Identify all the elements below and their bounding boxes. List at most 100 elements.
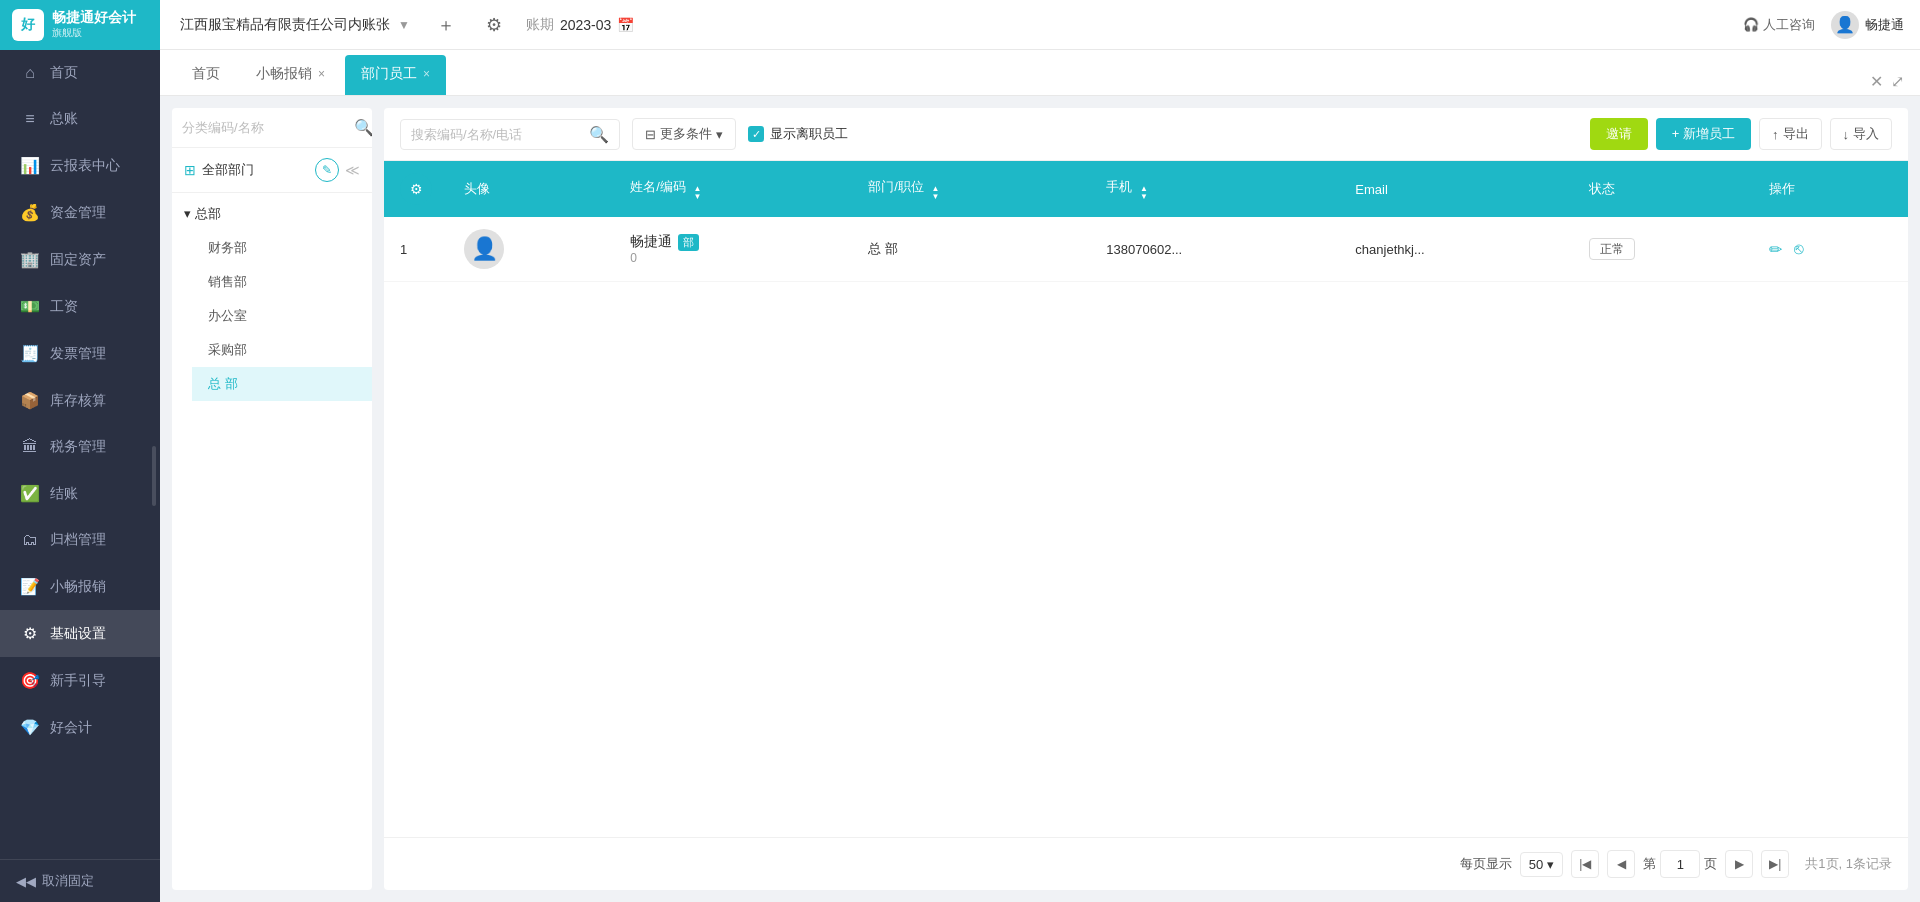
all-dept-label: 全部部门 bbox=[202, 161, 309, 179]
avatar: 👤 bbox=[464, 229, 504, 269]
dept-node-office[interactable]: 办公室 bbox=[192, 299, 372, 333]
dept-parent-zongbu[interactable]: ▾ 总部 bbox=[172, 197, 372, 231]
company-selector[interactable]: 江西服宝精品有限责任公司内账张 ▼ bbox=[180, 16, 410, 34]
sidebar-item-salary[interactable]: 💵 工资 bbox=[0, 283, 160, 330]
employee-search-input[interactable] bbox=[411, 127, 583, 142]
reports-icon: 📊 bbox=[20, 156, 40, 175]
sidebar-item-close[interactable]: ✅ 结账 bbox=[0, 470, 160, 517]
col-phone[interactable]: 手机 ▲▼ bbox=[1090, 161, 1339, 217]
show-resigned-label: 显示离职员工 bbox=[770, 125, 848, 143]
col-avatar: 头像 bbox=[448, 161, 614, 217]
tab-xiaochang[interactable]: 小畅报销 × bbox=[240, 55, 341, 95]
pin-icon: ◀◀ bbox=[16, 874, 36, 889]
sidebar-item-label: 库存核算 bbox=[50, 392, 106, 410]
show-resigned-checkbox[interactable]: ✓ bbox=[748, 126, 764, 142]
sidebar-item-guide[interactable]: 🎯 新手引导 bbox=[0, 657, 160, 704]
sidebar-item-inventory[interactable]: 📦 库存核算 bbox=[0, 377, 160, 424]
tab-close-window-button[interactable]: ✕ bbox=[1870, 72, 1883, 91]
dept-edit-button[interactable]: ✎ bbox=[315, 158, 339, 182]
invite-button[interactable]: 邀请 bbox=[1590, 118, 1648, 150]
employee-search-box: 🔍 bbox=[400, 119, 620, 150]
sidebar-item-xiaochang[interactable]: 📝 小畅报销 bbox=[0, 563, 160, 610]
sidebar-item-accounting[interactable]: 💎 好会计 bbox=[0, 704, 160, 751]
tab-department-close[interactable]: × bbox=[423, 67, 430, 81]
employee-toolbar: 🔍 ⊟ 更多条件 ▾ ✓ 显示离职员工 邀请 + 新增员工 bbox=[384, 108, 1908, 161]
dept-collapse-button[interactable]: ≪ bbox=[345, 162, 360, 178]
page-label: 页 bbox=[1704, 855, 1717, 873]
employee-panel: 🔍 ⊟ 更多条件 ▾ ✓ 显示离职员工 邀请 + 新增员工 bbox=[384, 108, 1908, 890]
page-size-select[interactable]: 50 ▾ bbox=[1520, 852, 1563, 877]
edit-button[interactable]: ✏ bbox=[1769, 240, 1782, 259]
tab-home-label: 首页 bbox=[192, 65, 220, 83]
sidebar-item-settings[interactable]: ⚙ 基础设置 bbox=[0, 610, 160, 657]
dept-search-input[interactable] bbox=[182, 120, 350, 135]
dept-node-purchase[interactable]: 采购部 bbox=[192, 333, 372, 367]
user-area[interactable]: 👤 畅捷通 bbox=[1831, 11, 1904, 39]
sidebar-item-label: 固定资产 bbox=[50, 251, 106, 269]
period-value: 2023-03 bbox=[560, 17, 611, 33]
accounting-icon: 💎 bbox=[20, 718, 40, 737]
col-email: Email bbox=[1339, 161, 1573, 217]
tab-xiaochang-label: 小畅报销 bbox=[256, 65, 312, 83]
import-label: 导入 bbox=[1853, 125, 1879, 143]
tab-home[interactable]: 首页 bbox=[176, 55, 236, 95]
sidebar-item-reports[interactable]: 📊 云报表中心 bbox=[0, 142, 160, 189]
add-employee-button[interactable]: + 新增员工 bbox=[1656, 118, 1751, 150]
logo-area: 好 畅捷通好会计 旗舰版 bbox=[0, 0, 160, 50]
logout-button[interactable]: ⎋ bbox=[1794, 240, 1804, 259]
tab-expand-button[interactable]: ⤢ bbox=[1891, 72, 1904, 91]
dept-tree: ▾ 总部 财务部 销售部 办公室 采购部 总 部 bbox=[172, 193, 372, 890]
dept-header: ⊞ 全部部门 ✎ ≪ bbox=[172, 148, 372, 193]
employee-dept-badge: 部 bbox=[678, 234, 699, 251]
add-button[interactable]: ＋ bbox=[430, 9, 462, 41]
pagination-bar: 每页显示 50 ▾ |◀ ◀ 第 页 ▶ ▶| 共1页, 1条记录 bbox=[384, 837, 1908, 890]
header-right: 🎧 人工咨询 👤 畅捷通 bbox=[1743, 11, 1904, 39]
export-label: 导出 bbox=[1783, 125, 1809, 143]
row-dept: 总 部 bbox=[852, 217, 1090, 282]
row-actions: ✏ ⎋ bbox=[1753, 217, 1908, 282]
export-button[interactable]: ↑ 导出 bbox=[1759, 118, 1822, 150]
export-icon: ↑ bbox=[1772, 127, 1779, 142]
app-logo-icon: 好 bbox=[12, 9, 44, 41]
import-button[interactable]: ↓ 导入 bbox=[1830, 118, 1893, 150]
sidebar-item-finance[interactable]: 💰 资金管理 bbox=[0, 189, 160, 236]
more-filter-button[interactable]: ⊟ 更多条件 ▾ bbox=[632, 118, 736, 150]
support-button[interactable]: 🎧 人工咨询 bbox=[1743, 16, 1815, 34]
filter-icon: ⊟ bbox=[645, 127, 656, 142]
page-size-label: 每页显示 bbox=[1460, 855, 1512, 873]
sidebar-item-assets[interactable]: 🏢 固定资产 bbox=[0, 236, 160, 283]
settings-icon[interactable]: ⚙ bbox=[478, 9, 510, 41]
show-resigned-toggle[interactable]: ✓ 显示离职员工 bbox=[748, 125, 848, 143]
sidebar-item-home[interactable]: ⌂ 首页 bbox=[0, 50, 160, 96]
sidebar-item-invoice[interactable]: 🧾 发票管理 bbox=[0, 330, 160, 377]
unpin-button[interactable]: ◀◀ 取消固定 bbox=[0, 859, 160, 902]
tab-department[interactable]: 部门员工 × bbox=[345, 55, 446, 95]
col-name[interactable]: 姓名/编码 ▲▼ bbox=[614, 161, 852, 217]
sidebar-item-archive[interactable]: 🗂 归档管理 bbox=[0, 517, 160, 563]
dept-node-sales[interactable]: 销售部 bbox=[192, 265, 372, 299]
col-dept[interactable]: 部门/职位 ▲▼ bbox=[852, 161, 1090, 217]
calendar-icon[interactable]: 📅 bbox=[617, 17, 634, 33]
first-page-button[interactable]: |◀ bbox=[1571, 850, 1599, 878]
row-name-cell: 畅捷通 部 0 bbox=[614, 217, 852, 282]
page-number-input[interactable] bbox=[1660, 850, 1700, 878]
next-page-button[interactable]: ▶ bbox=[1725, 850, 1753, 878]
gear-button[interactable]: ⚙ bbox=[400, 173, 432, 205]
sidebar-item-label: 小畅报销 bbox=[50, 578, 106, 596]
guide-icon: 🎯 bbox=[20, 671, 40, 690]
sidebar-item-tax[interactable]: 🏛 税务管理 bbox=[0, 424, 160, 470]
page-size-arrow: ▾ bbox=[1547, 857, 1554, 872]
filter-label: 更多条件 bbox=[660, 125, 712, 143]
prev-page-button[interactable]: ◀ bbox=[1607, 850, 1635, 878]
last-page-button[interactable]: ▶| bbox=[1761, 850, 1789, 878]
dept-node-general[interactable]: 总 部 bbox=[192, 367, 372, 401]
dept-node-finance[interactable]: 财务部 bbox=[192, 231, 372, 265]
tab-bar: 首页 小畅报销 × 部门员工 × ✕ ⤢ bbox=[160, 50, 1920, 96]
tab-xiaochang-close[interactable]: × bbox=[318, 67, 325, 81]
dept-search-icon[interactable]: 🔍 bbox=[354, 118, 372, 137]
company-dropdown-arrow[interactable]: ▼ bbox=[398, 18, 410, 32]
col-actions: 操作 bbox=[1753, 161, 1908, 217]
tab-controls: ✕ ⤢ bbox=[1870, 72, 1904, 95]
employee-search-icon[interactable]: 🔍 bbox=[589, 125, 609, 144]
sidebar-item-ledger[interactable]: ≡ 总账 bbox=[0, 96, 160, 142]
